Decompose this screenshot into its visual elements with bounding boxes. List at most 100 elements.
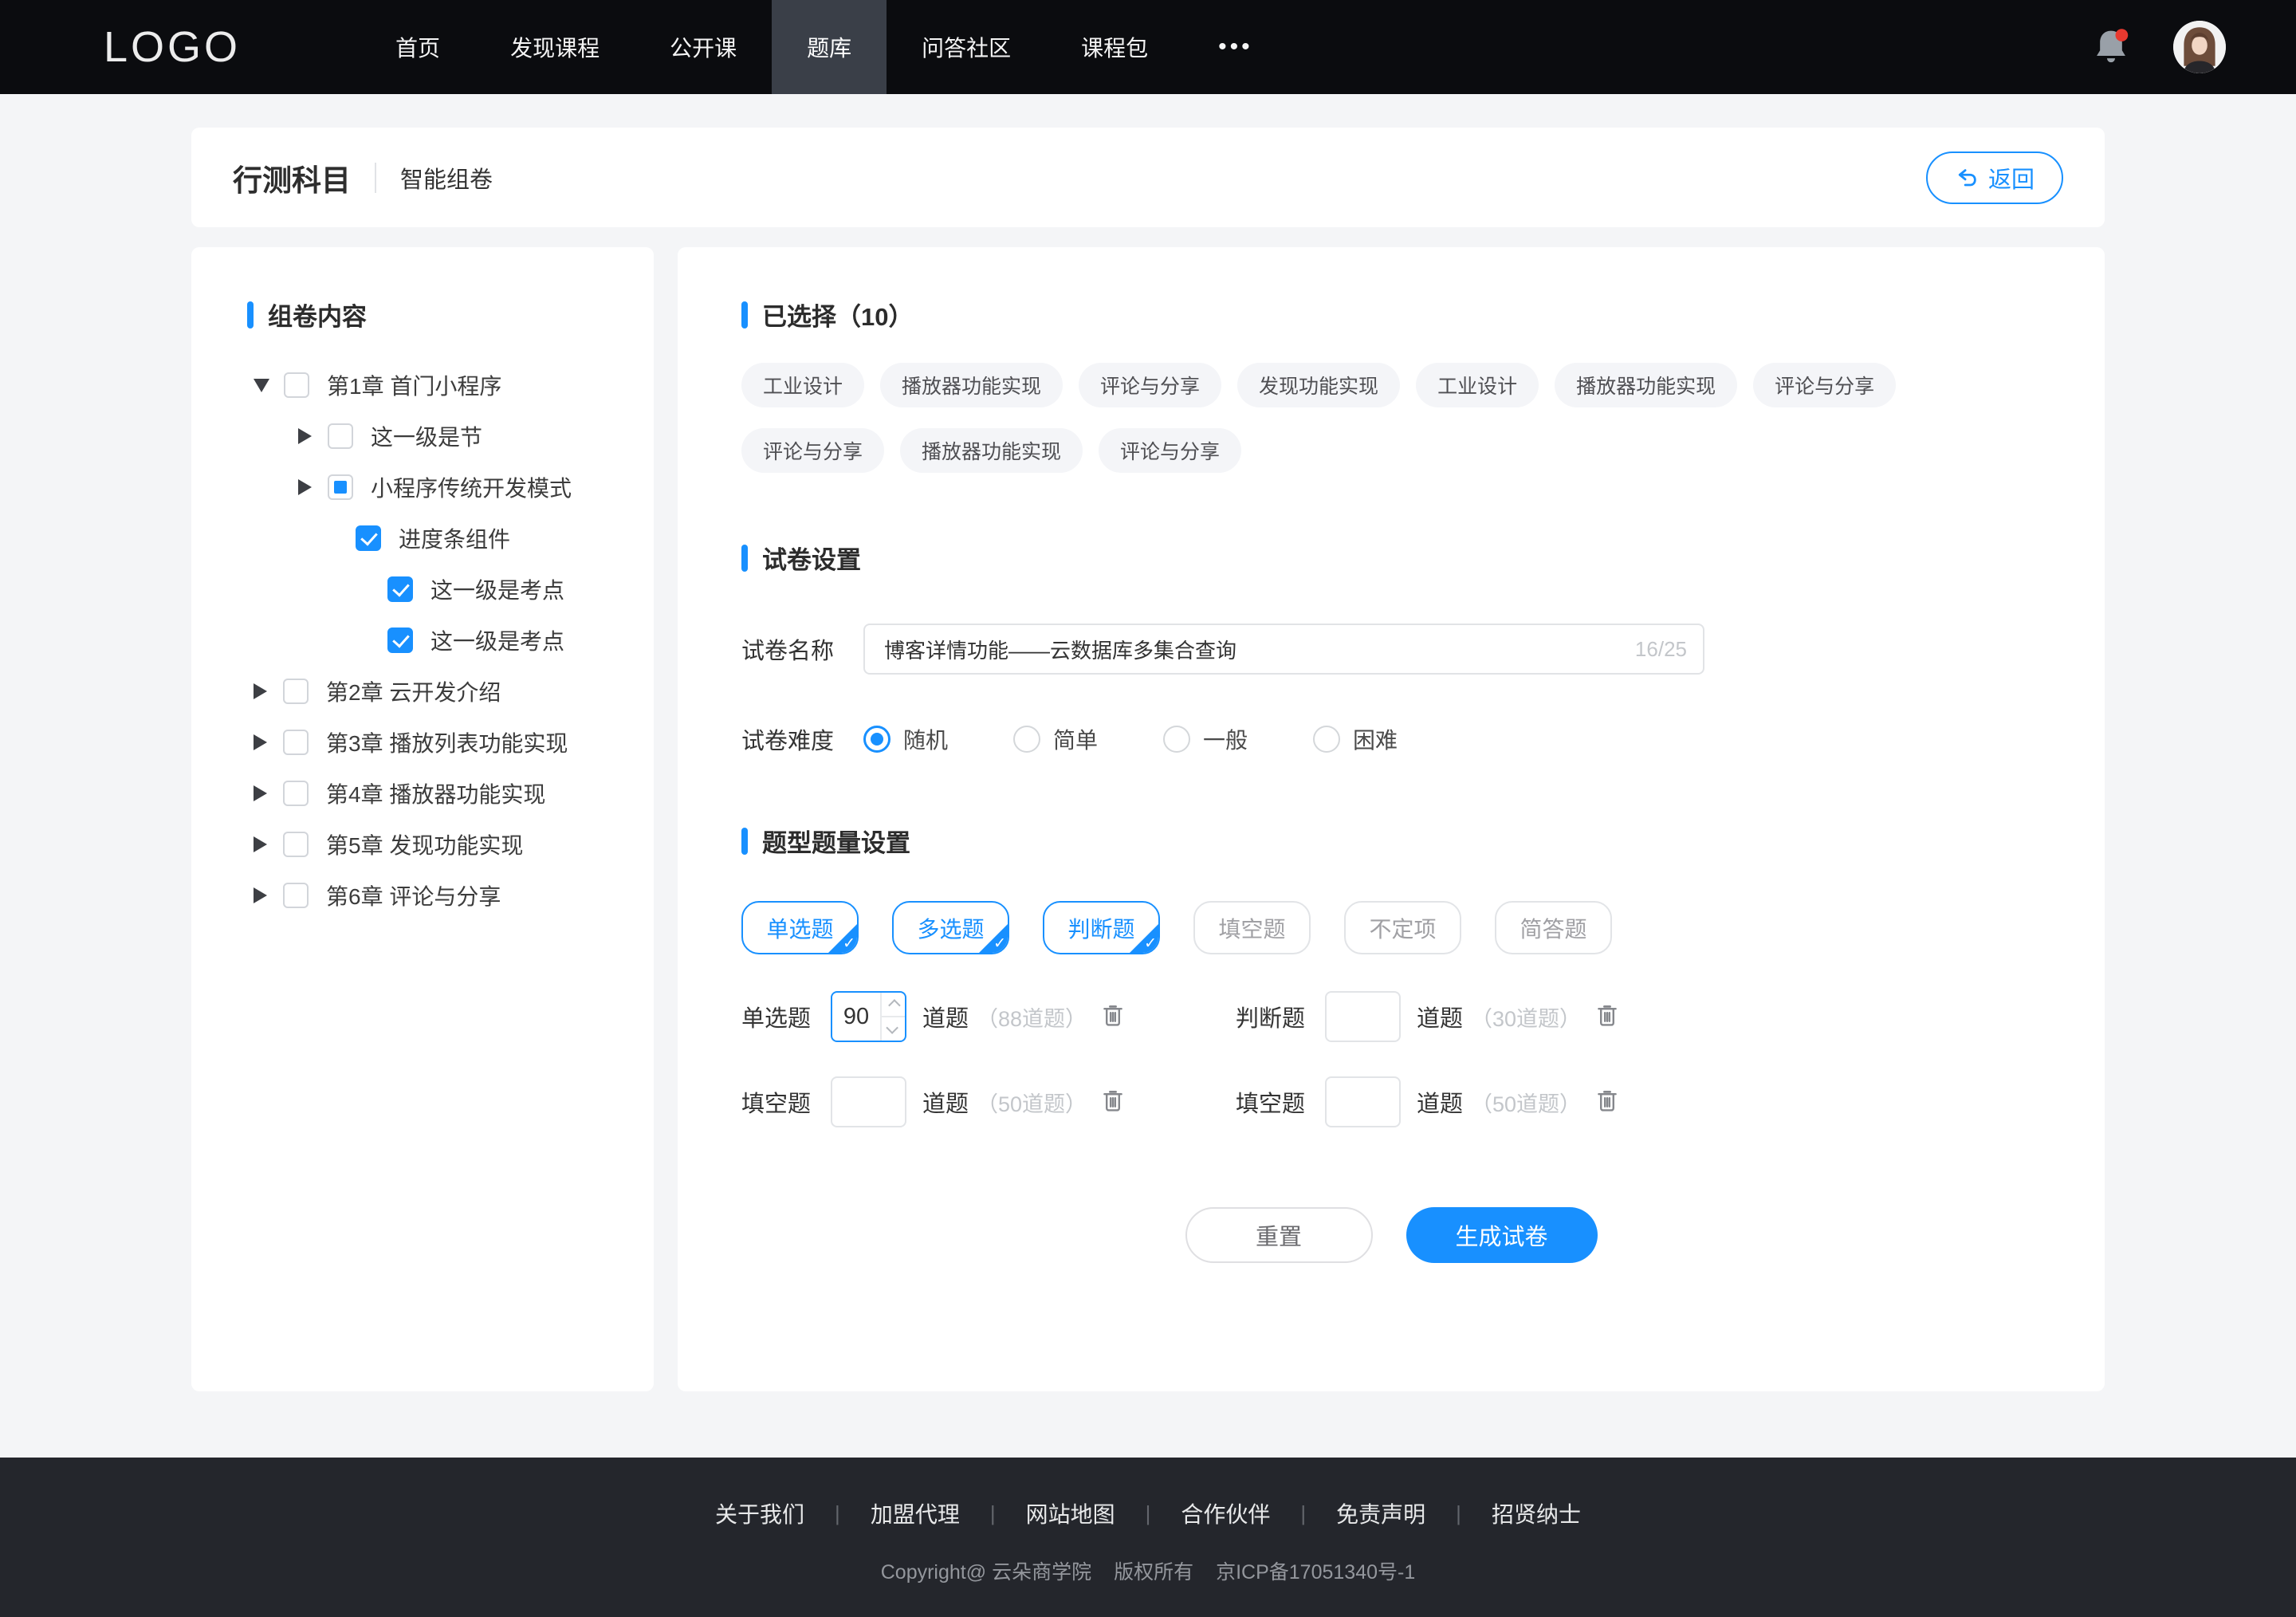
chevron-down-icon[interactable]	[254, 378, 269, 392]
notification-bell-button[interactable]	[2094, 28, 2129, 66]
tree-checkbox-checked[interactable]	[387, 628, 413, 653]
tree-checkbox-checked[interactable]	[387, 576, 413, 602]
nav-more-menu[interactable]: •••	[1183, 0, 1288, 94]
tree-node[interactable]: 这一级是节	[247, 411, 598, 462]
tree-node[interactable]: 这一级是考点	[247, 615, 598, 666]
chevron-right-icon[interactable]	[254, 683, 267, 699]
paper-name-input[interactable]	[863, 624, 1704, 675]
quantity-item-填空题: 填空题 道题 （50道题）	[741, 1076, 1236, 1127]
tree-node[interactable]: 进度条组件	[247, 513, 598, 564]
quantity-available-hint: （88道题）	[977, 1006, 1087, 1031]
tree-node[interactable]: 这一级是考点	[247, 564, 598, 615]
chevron-right-icon[interactable]	[254, 785, 267, 801]
reset-button[interactable]: 重置	[1185, 1207, 1373, 1263]
tree-node[interactable]: 第5章 发现功能实现	[247, 819, 598, 870]
tree-checkbox-unchecked[interactable]	[283, 883, 309, 908]
question-type-button-单选题[interactable]: 单选题 ✓	[741, 901, 859, 954]
selected-tag: 播放器功能实现	[1555, 363, 1738, 407]
chevron-right-icon[interactable]	[254, 836, 267, 852]
tree-checkbox-unchecked[interactable]	[284, 372, 309, 398]
nav-item-发现课程[interactable]: 发现课程	[475, 0, 635, 94]
question-type-button-多选题[interactable]: 多选题 ✓	[892, 901, 1009, 954]
copyright: Copyright@ 云朵商学院 版权所有 京ICP备17051340号-1	[881, 1556, 1415, 1585]
chapter-tree: 第1章 首门小程序 这一级是节 小程序传统开发模式 进度条组件 这一级是考点 这一级是考点…	[247, 360, 598, 921]
tree-checkbox-unchecked[interactable]	[283, 832, 309, 857]
question-type-button-判断题[interactable]: 判断题 ✓	[1043, 901, 1160, 954]
difficulty-radio-简单[interactable]: 简单	[1013, 723, 1098, 755]
section-accent-bar	[247, 301, 254, 329]
footer-link-关于我们[interactable]: 关于我们	[715, 1497, 804, 1529]
selected-tag: 播放器功能实现	[900, 428, 1083, 473]
delete-quantity-button[interactable]	[1594, 1001, 1621, 1033]
page-header: 行测科目 智能组卷 返回	[191, 128, 2105, 227]
quantity-label: 判断题	[1236, 1006, 1306, 1032]
chevron-right-icon[interactable]	[298, 479, 312, 495]
footer-link-网站地图[interactable]: 网站地图	[1026, 1497, 1115, 1529]
bell-icon	[2097, 29, 2129, 63]
chevron-right-icon[interactable]	[298, 428, 312, 444]
tree-node[interactable]: 第6章 评论与分享	[247, 870, 598, 921]
back-button[interactable]: 返回	[1925, 151, 2063, 204]
main-nav: 首页 发现课程 公开课 题库 问答社区 课程包 •••	[360, 0, 1288, 94]
section-accent-bar	[741, 301, 748, 329]
footer-link-separator: |	[1300, 1501, 1307, 1525]
nav-item-公开课[interactable]: 公开课	[635, 0, 772, 94]
nav-item-课程包[interactable]: 课程包	[1046, 0, 1183, 94]
paper-settings-title: 试卷设置	[741, 540, 2041, 576]
tree-node[interactable]: 第2章 云开发介绍	[247, 666, 598, 717]
tree-node[interactable]: 第1章 首门小程序	[247, 360, 598, 411]
tree-checkbox-indeterminate[interactable]	[328, 474, 353, 500]
quantity-available-hint: （50道题）	[1471, 1092, 1582, 1116]
trash-icon	[1594, 1087, 1621, 1118]
footer-link-免责声明[interactable]: 免责声明	[1336, 1497, 1425, 1529]
trash-icon	[1099, 1001, 1126, 1033]
tree-checkbox-checked[interactable]	[356, 525, 381, 551]
form-actions: 重置 生成试卷	[741, 1207, 2041, 1263]
radio-label: 简单	[1053, 728, 1099, 753]
footer: 关于我们 | 加盟代理 | 网站地图 | 合作伙伴 | 免责声明 | 招贤纳士 Copyright@…	[0, 1458, 2296, 1617]
quantity-input-box	[831, 1076, 906, 1127]
question-type-button-填空题[interactable]: 填空题	[1193, 901, 1311, 954]
quantity-input[interactable]	[1327, 993, 1399, 1041]
nav-item-题库[interactable]: 题库	[772, 0, 887, 94]
quantity-input[interactable]	[832, 993, 880, 1041]
tree-node-label: 第6章 评论与分享	[326, 884, 501, 909]
delete-quantity-button[interactable]	[1099, 1001, 1126, 1033]
difficulty-radio-随机[interactable]: 随机	[863, 723, 948, 755]
question-type-buttons: 单选题 ✓ 多选题 ✓ 判断题 ✓ 填空题 不定项 简答题	[741, 901, 2041, 954]
sidebar-section-title: 组卷内容	[247, 297, 598, 332]
difficulty-radio-困难[interactable]: 困难	[1313, 723, 1398, 755]
chevron-right-icon[interactable]	[254, 887, 267, 903]
user-avatar[interactable]	[2173, 21, 2226, 73]
tree-checkbox-unchecked[interactable]	[283, 781, 309, 806]
tree-node[interactable]: 第3章 播放列表功能实现	[247, 717, 598, 768]
tree-node[interactable]: 小程序传统开发模式	[247, 462, 598, 513]
quantity-input[interactable]	[832, 1078, 905, 1126]
copyright-text: 版权所有	[1114, 1561, 1194, 1584]
difficulty-radio-一般[interactable]: 一般	[1163, 723, 1248, 755]
footer-link-加盟代理[interactable]: 加盟代理	[871, 1497, 960, 1529]
tree-checkbox-unchecked[interactable]	[283, 730, 309, 755]
radio-checked-icon	[863, 726, 890, 753]
tree-node[interactable]: 第4章 播放器功能实现	[247, 768, 598, 819]
quantity-input[interactable]	[1327, 1078, 1399, 1126]
footer-link-合作伙伴[interactable]: 合作伙伴	[1181, 1497, 1270, 1529]
delete-quantity-button[interactable]	[1099, 1087, 1126, 1118]
quantity-available-hint: （30道题）	[1471, 1006, 1582, 1031]
chevron-right-icon[interactable]	[254, 734, 267, 750]
tree-checkbox-unchecked[interactable]	[283, 679, 309, 704]
paper-name-row: 试卷名称 16/25	[741, 624, 2041, 675]
generate-paper-button[interactable]: 生成试卷	[1406, 1207, 1598, 1263]
nav-item-问答社区[interactable]: 问答社区	[887, 0, 1046, 94]
question-type-button-不定项[interactable]: 不定项	[1344, 901, 1461, 954]
tree-checkbox-unchecked[interactable]	[328, 423, 353, 449]
back-arrow-icon	[1958, 168, 1976, 186]
stepper-down-button[interactable]	[882, 1016, 905, 1041]
selected-tag: 评论与分享	[1079, 363, 1222, 407]
nav-item-首页[interactable]: 首页	[360, 0, 475, 94]
stepper-up-button[interactable]	[882, 993, 905, 1016]
navbar-right	[2094, 21, 2296, 73]
question-type-button-简答题[interactable]: 简答题	[1495, 901, 1612, 954]
footer-link-招贤纳士[interactable]: 招贤纳士	[1492, 1497, 1581, 1529]
delete-quantity-button[interactable]	[1594, 1087, 1621, 1118]
